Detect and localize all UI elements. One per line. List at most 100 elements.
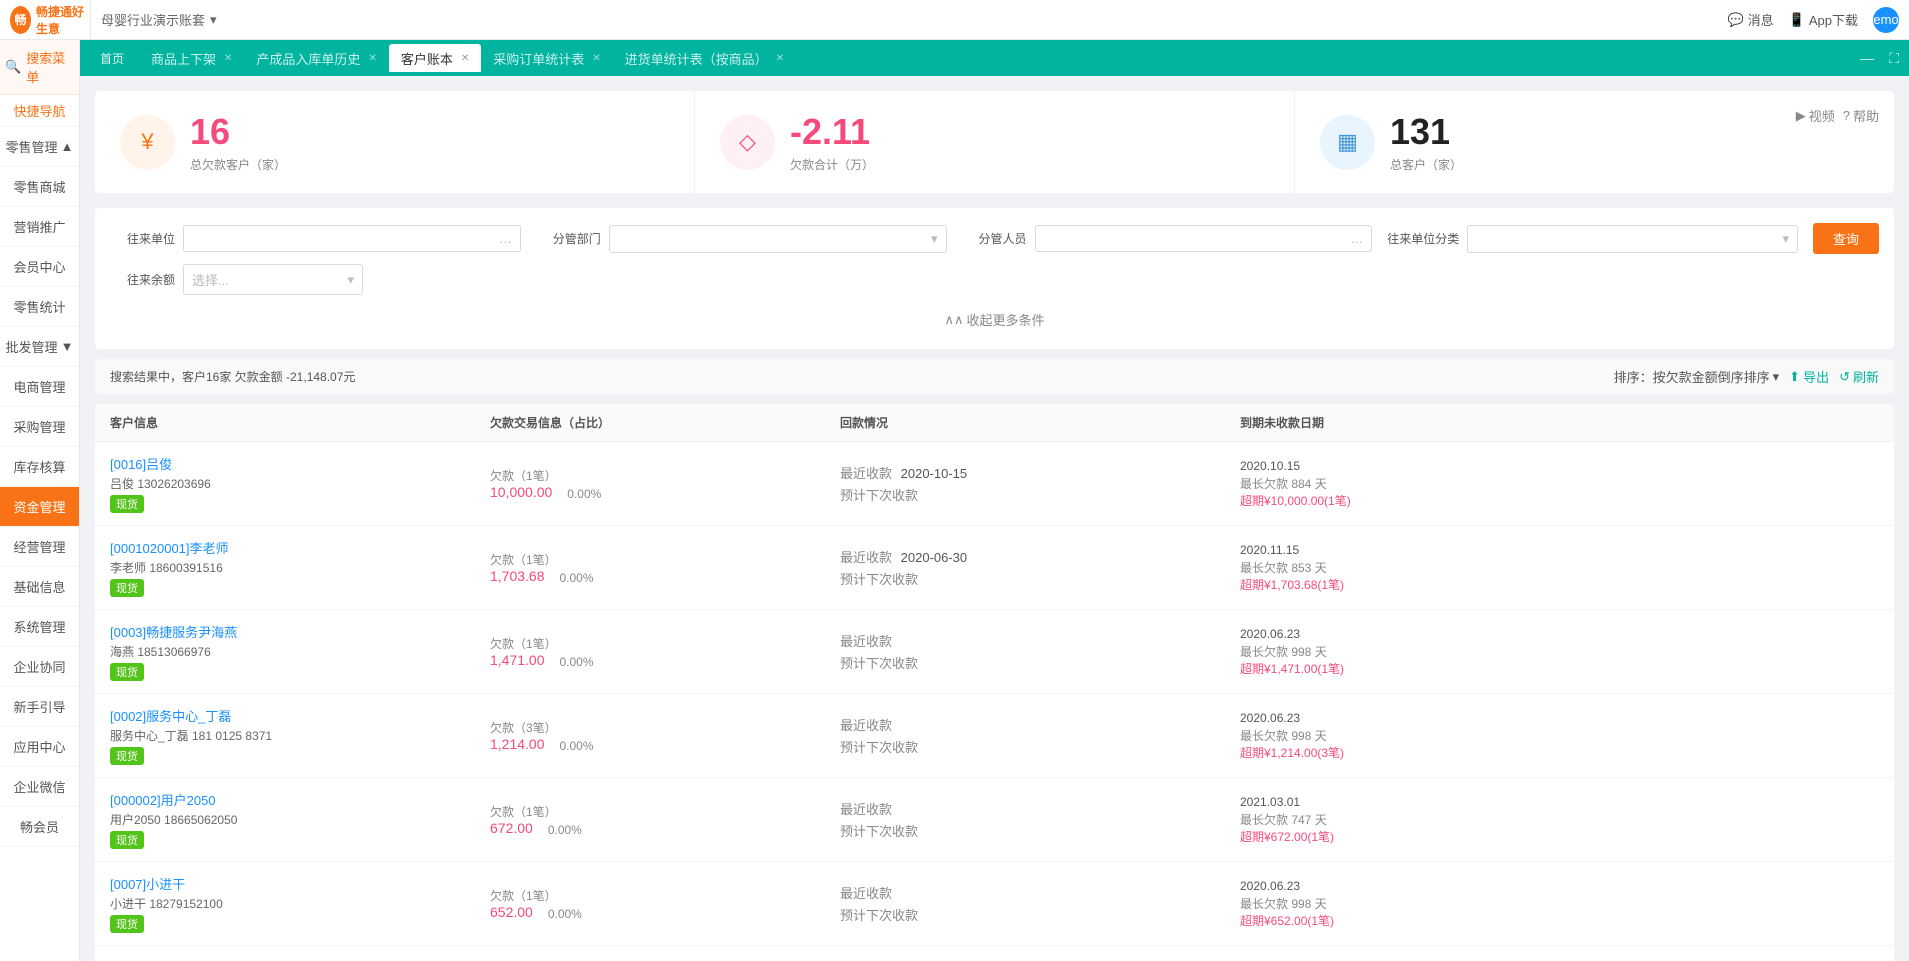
sidebar-search[interactable]: 🔍 搜索菜单: [0, 40, 79, 95]
sidebar-item-super-member[interactable]: 畅会员: [0, 807, 79, 847]
avatar[interactable]: demo2: [1873, 7, 1899, 33]
sidebar-label-marketing: 营销推广: [13, 220, 65, 235]
customer-name-5[interactable]: [0007]小进干: [110, 874, 490, 893]
sort-label: 排序：按欠款金额倒序排序: [1614, 367, 1770, 386]
stat-icon-money: ¥: [120, 115, 175, 170]
sidebar-item-ecommerce[interactable]: 电商管理: [0, 367, 79, 407]
help-icon: ?: [1843, 108, 1850, 123]
main-layout: 🔍 搜索菜单 快捷导航 零售管理 ▲ 零售商城 营销推广 会员中心 零售统计: [0, 40, 1909, 961]
stat-card-debt-amount: ◇ -2.11 欠款合计（万）: [694, 91, 1294, 193]
recovery-info-1: 最近收款 2020-06-30 预计下次收款: [840, 547, 1240, 588]
sidebar-item-capital[interactable]: 资金管理: [0, 487, 79, 527]
debt-amount-3[interactable]: 1,214.00: [490, 736, 545, 752]
sidebar-item-retail-stats[interactable]: 零售统计: [0, 287, 79, 327]
stat-icon-diamond: ◇: [720, 115, 775, 170]
store-selector[interactable]: 母婴行业演示账套 ▾: [90, 0, 227, 39]
recovery-info-3: 最近收款 预计下次收款: [840, 715, 1240, 756]
overdue-info-0: 2020.10.15 最长欠款 884 天 超期¥10,000.00(1笔): [1240, 459, 1879, 509]
balance-select[interactable]: 选择... ▾: [183, 264, 363, 295]
debt-amount-0[interactable]: 10,000.00: [490, 484, 552, 500]
overdue-detail-0[interactable]: 超期¥10,000.00(1笔): [1240, 492, 1879, 509]
customer-tag-4: 现货: [110, 831, 144, 849]
tab-home[interactable]: 首页: [85, 50, 139, 67]
recovery-info-0: 最近收款 2020-10-15 预计下次收款: [840, 463, 1240, 504]
category-select[interactable]: ▾: [1467, 225, 1798, 253]
tab-minimize-icon[interactable]: —: [1855, 50, 1879, 67]
sidebar-item-batch-mgmt[interactable]: 批发管理 ▼: [0, 327, 79, 367]
tab-close-purchase-by-product[interactable]: ✕: [776, 53, 784, 64]
sidebar-item-enterprise[interactable]: 企业协同: [0, 647, 79, 687]
customer-name-2[interactable]: [0003]畅捷服务尹海燕: [110, 622, 490, 641]
tab-product-off[interactable]: 商品上下架 ✕: [139, 44, 244, 72]
stat-info-debt-customers: 16 总欠款客户（家）: [190, 111, 286, 173]
export-button[interactable]: ⬆ 导出: [1789, 367, 1829, 386]
help-button[interactable]: ? 帮助: [1843, 106, 1879, 125]
overdue-detail-4[interactable]: 超期¥672.00(1笔): [1240, 828, 1879, 845]
overdue-detail-3[interactable]: 超期¥1,214.00(3笔): [1240, 744, 1879, 761]
overdue-detail-1[interactable]: 超期¥1,703.68(1笔): [1240, 576, 1879, 593]
tab-purchase-by-product[interactable]: 进货单统计表（按商品） ✕: [613, 44, 796, 72]
tab-maximize-icon[interactable]: ⛶: [1884, 50, 1904, 67]
category-arrow-icon: ▾: [1782, 231, 1789, 247]
customer-name-3[interactable]: [0002]服务中心_丁磊: [110, 706, 490, 725]
next-label-3: 预计下次收款: [840, 737, 1240, 756]
tab-prod-history[interactable]: 产成品入库单历史 ✕: [244, 44, 388, 72]
collapse-button[interactable]: ∧∧ 收起更多条件: [944, 310, 1044, 329]
customer-phone-5: 小进干 18279152100: [110, 895, 490, 912]
person-input[interactable]: …: [1035, 225, 1373, 252]
video-help-button[interactable]: ▶ 视频: [1796, 106, 1835, 125]
tab-close-prod-history[interactable]: ✕: [368, 53, 376, 64]
username-label: demo2: [1866, 12, 1906, 27]
debt-count-1: 欠款（1笔）: [490, 551, 840, 568]
sidebar-item-inventory[interactable]: 库存核算: [0, 447, 79, 487]
sidebar-item-operation[interactable]: 经营管理: [0, 527, 79, 567]
customer-phone-2: 海燕 18513066976: [110, 643, 490, 660]
debt-amount-2[interactable]: 1,471.00: [490, 652, 545, 668]
debt-pct-0: 0.00%: [567, 487, 601, 501]
customer-name-0[interactable]: [0016]吕俊: [110, 454, 490, 473]
tab-close-customer-account[interactable]: ✕: [461, 53, 469, 64]
debt-count-0: 欠款（1笔）: [490, 467, 840, 484]
customer-name-4[interactable]: [000002]用户2050: [110, 790, 490, 809]
sidebar-item-enterprise-wx[interactable]: 企业微信: [0, 767, 79, 807]
tab-customer-account[interactable]: 客户账本 ✕: [389, 44, 481, 72]
message-label: 消息: [1748, 10, 1774, 29]
sidebar-item-retail-mgmt[interactable]: 零售管理 ▲: [0, 127, 79, 167]
sidebar-item-quick-nav: 快捷导航: [0, 95, 79, 127]
customer-tag-5: 现货: [110, 915, 144, 933]
mobile-icon: 📱: [1789, 12, 1805, 28]
customer-name-1[interactable]: [0001020001]李老师: [110, 538, 490, 557]
balance-arrow-icon: ▾: [347, 272, 354, 288]
overdue-detail-2[interactable]: 超期¥1,471.00(1笔): [1240, 660, 1879, 677]
stat-info-debt-amount: -2.11 欠款合计（万）: [790, 111, 874, 173]
source-unit-dots-icon: …: [499, 231, 512, 246]
tab-close-purchase-summary[interactable]: ✕: [592, 53, 600, 64]
filter-area: 往来单位 … 分管部门 ▾: [95, 208, 1894, 349]
sidebar-item-marketing[interactable]: 营销推广: [0, 207, 79, 247]
search-icon: 🔍: [5, 59, 21, 75]
app-download-label: App下载: [1809, 10, 1858, 29]
message-button[interactable]: 💬 消息: [1727, 10, 1773, 29]
debt-count-2: 欠款（1笔）: [490, 635, 840, 652]
sidebar-item-basic-info[interactable]: 基础信息: [0, 567, 79, 607]
source-unit-input[interactable]: …: [183, 225, 521, 252]
sidebar-item-system[interactable]: 系统管理: [0, 607, 79, 647]
next-label-4: 预计下次收款: [840, 821, 1240, 840]
sort-select[interactable]: 排序：按欠款金额倒序排序 ▾: [1614, 367, 1780, 386]
search-button[interactable]: 查询: [1813, 223, 1879, 254]
debt-amount-1[interactable]: 1,703.68: [490, 568, 545, 584]
tab-purchase-summary[interactable]: 采购订单统计表 ✕: [481, 44, 612, 72]
tab-close-product-off[interactable]: ✕: [224, 53, 232, 64]
sidebar-item-app-center[interactable]: 应用中心: [0, 727, 79, 767]
overdue-detail-5[interactable]: 超期¥652.00(1笔): [1240, 912, 1879, 929]
dept-select[interactable]: ▾: [609, 225, 947, 253]
refresh-button[interactable]: ↺ 刷新: [1839, 367, 1879, 386]
store-name: 母婴行业演示账套: [101, 10, 205, 29]
debt-amount-4[interactable]: 672.00: [490, 820, 533, 836]
app-download-button[interactable]: 📱 App下载: [1789, 10, 1858, 29]
sidebar-item-member[interactable]: 会员中心: [0, 247, 79, 287]
sidebar-item-guide[interactable]: 新手引导: [0, 687, 79, 727]
sidebar-item-purchase[interactable]: 采购管理: [0, 407, 79, 447]
sidebar-item-retail-mall[interactable]: 零售商城: [0, 167, 79, 207]
debt-amount-5[interactable]: 652.00: [490, 904, 533, 920]
